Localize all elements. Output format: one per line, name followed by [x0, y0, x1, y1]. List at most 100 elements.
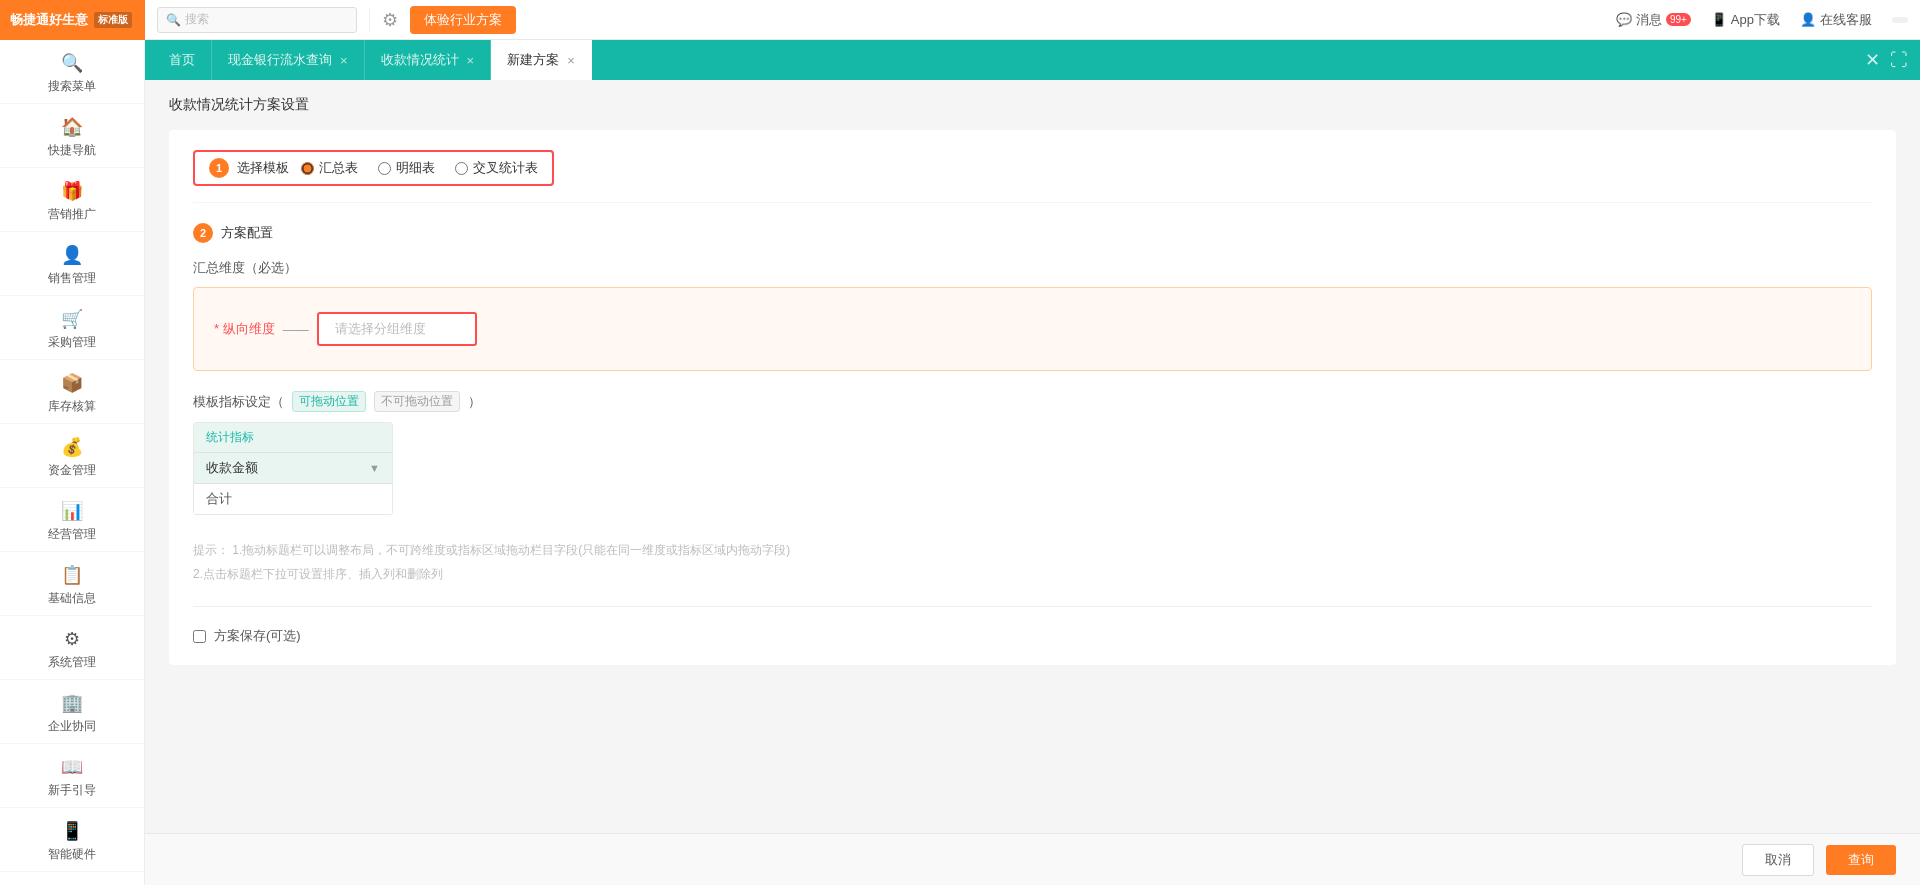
sidebar-label-purchase: 采购管理 — [48, 334, 96, 351]
sidebar-item-basic-info[interactable]: 📋 基础信息 — [0, 552, 144, 616]
option-cross-label: 交叉统计表 — [473, 159, 538, 177]
metrics-table-preview: 统计指标 收款金额 ▼ 合计 — [193, 422, 393, 515]
settings-card: 1 选择模板 汇总表 明细表 — [169, 130, 1896, 665]
hint-2: 2.点击标题栏下拉可设置排序、插入列和删除列 — [193, 562, 1872, 586]
tab-close-receipt[interactable]: × — [467, 53, 475, 68]
tab-label-bank: 现金银行流水查询 — [228, 51, 332, 69]
draggable-label: 可拖动位置 — [292, 391, 366, 412]
page-content: 收款情况统计方案设置 1 选择模板 — [145, 80, 1920, 833]
message-badge: 99+ — [1666, 13, 1691, 26]
sidebar-label-marketing: 营销推广 — [48, 206, 96, 223]
cancel-button[interactable]: 取消 — [1742, 844, 1814, 876]
metrics-col-label: 收款金额 — [206, 459, 258, 477]
tab-close-bank[interactable]: × — [340, 53, 348, 68]
sidebar-icon-finance: 💰 — [61, 436, 83, 458]
download-button[interactable]: 📱 App下载 — [1711, 11, 1780, 29]
save-section: 方案保存(可选) — [193, 627, 1872, 645]
sidebar-label-search-menu: 搜索菜单 — [48, 78, 96, 95]
sidebar-label-enterprise: 企业协同 — [48, 718, 96, 735]
step1-label: 选择模板 — [237, 159, 289, 177]
radio-cross[interactable] — [455, 162, 468, 175]
step1-num: 1 — [209, 158, 229, 178]
settings-icon[interactable]: ⚙ — [382, 9, 398, 31]
option-summary[interactable]: 汇总表 — [301, 159, 358, 177]
sidebar-item-inventory[interactable]: 📦 库存核算 — [0, 360, 144, 424]
footer: 取消 查询 — [145, 833, 1920, 885]
user-area[interactable] — [1892, 17, 1908, 23]
sidebar-item-guide[interactable]: 📖新手引导 — [0, 744, 144, 808]
trial-button[interactable]: 体验行业方案 — [410, 6, 516, 34]
tab-receipt[interactable]: 收款情况统计 × — [365, 40, 492, 80]
sidebar-item-purchase[interactable]: 🛒 采购管理 — [0, 296, 144, 360]
sidebar-item-enterprise[interactable]: 🏢 企业协同 — [0, 680, 144, 744]
metrics-table-header: 统计指标 — [194, 423, 392, 453]
sidebar-item-search-menu[interactable]: 🔍 搜索菜单 — [0, 40, 144, 104]
option-detail[interactable]: 明细表 — [378, 159, 435, 177]
sidebar-nav: 🔍 搜索菜单 🏠快捷导航🎁营销推广👤销售管理 🛒 采购管理 📦 库存核算 💰资金管理📊经营管理… — [0, 40, 144, 885]
step1-header: 1 选择模板 — [209, 158, 289, 178]
sidebar-icon-enterprise: 🏢 — [61, 692, 83, 714]
tab-bar: 首页现金银行流水查询×收款情况统计×新建方案× ✕ ⛶ — [145, 40, 1920, 80]
dim-select-placeholder[interactable]: 请选择分组维度 — [317, 312, 477, 346]
maximize-window-icon[interactable]: ⛶ — [1890, 50, 1908, 71]
sidebar-item-marketing[interactable]: 🎁营销推广 — [0, 168, 144, 232]
metrics-section: 模板指标设定（ 可拖动位置 不可拖动位置 ） 统计指标 收款金额 ▼ — [193, 391, 1872, 586]
save-checkbox[interactable] — [193, 630, 206, 643]
message-button[interactable]: 💬 消息 99+ — [1616, 11, 1691, 29]
hints-section: 提示： 1.拖动标题栏可以调整布局，不可跨维度或指标区域拖动栏目字段(只能在同一… — [193, 538, 1872, 586]
dimension-area: * 纵向维度 —— 请选择分组维度 — [193, 287, 1872, 371]
message-label: 消息 — [1636, 11, 1662, 29]
top-search-bar[interactable]: 🔍 搜索 — [157, 7, 357, 33]
summary-dimension-title: 汇总维度（必选） — [193, 259, 1872, 277]
sidebar-label-basic-info: 基础信息 — [48, 590, 96, 607]
tab-label-home: 首页 — [169, 51, 195, 69]
tab-home[interactable]: 首页 — [145, 40, 212, 80]
app-logo: 畅捷通好生意 标准版 — [0, 0, 145, 40]
sidebar-label-guide: 新手引导 — [48, 782, 96, 799]
sidebar: 🔍 搜索菜单 🏠快捷导航🎁营销推广👤销售管理 🛒 采购管理 📦 库存核算 💰资金管理📊经营管理… — [0, 40, 145, 885]
query-button[interactable]: 查询 — [1826, 845, 1896, 875]
sidebar-icon-purchase: 🛒 — [61, 308, 83, 330]
option-detail-label: 明细表 — [396, 159, 435, 177]
sidebar-icon-hardware: 📱 — [61, 820, 83, 842]
service-label: 在线客服 — [1820, 11, 1872, 29]
sidebar-icon-system: ⚙ — [64, 628, 80, 650]
sidebar-item-finance[interactable]: 💰资金管理 — [0, 424, 144, 488]
close-window-icon[interactable]: ✕ — [1865, 49, 1880, 71]
sidebar-icon-inventory: 📦 — [61, 372, 83, 394]
divider — [369, 8, 370, 32]
download-icon: 📱 — [1711, 12, 1727, 27]
sidebar-label-inventory: 库存核算 — [48, 398, 96, 415]
app-name: 畅捷通好生意 — [10, 11, 88, 29]
metrics-col-total: 合计 — [194, 484, 392, 514]
card-divider — [193, 606, 1872, 607]
sidebar-item-operations[interactable]: 📊经营管理 — [0, 488, 144, 552]
app-badge: 标准版 — [94, 12, 132, 28]
step2-label: 方案配置 — [221, 224, 273, 242]
tab-label-receipt: 收款情况统计 — [381, 51, 459, 69]
search-placeholder: 搜索 — [185, 11, 209, 28]
radio-summary[interactable] — [301, 162, 314, 175]
radio-detail[interactable] — [378, 162, 391, 175]
sidebar-icon-search-menu: 🔍 — [61, 52, 83, 74]
window-controls: ✕ ⛶ — [1853, 40, 1920, 80]
sidebar-icon-basic-info: 📋 — [61, 564, 83, 586]
step2-row: 2 方案配置 汇总维度（必选） * 纵向维度 —— 请选择分组维度 — [193, 223, 1872, 586]
tab-bank[interactable]: 现金银行流水查询 × — [212, 40, 365, 80]
service-button[interactable]: 👤 在线客服 — [1800, 11, 1872, 29]
sidebar-item-quick-nav[interactable]: 🏠快捷导航 — [0, 104, 144, 168]
step2-header: 2 方案配置 — [193, 223, 1872, 243]
sidebar-label-hardware: 智能硬件 — [48, 846, 96, 863]
sidebar-item-sales[interactable]: 👤销售管理 — [0, 232, 144, 296]
tab-close-new-plan[interactable]: × — [567, 53, 575, 68]
sidebar-label-quick-nav: 快捷导航 — [48, 142, 96, 159]
sidebar-item-hardware[interactable]: 📱 智能硬件 — [0, 808, 144, 872]
sidebar-item-system[interactable]: ⚙系统管理 — [0, 616, 144, 680]
tab-new-plan[interactable]: 新建方案× — [491, 40, 592, 80]
save-label: 方案保存(可选) — [214, 627, 301, 645]
metrics-col-header[interactable]: 收款金额 ▼ — [194, 453, 392, 484]
step1-container: 1 选择模板 汇总表 明细表 — [193, 150, 554, 186]
option-cross[interactable]: 交叉统计表 — [455, 159, 538, 177]
sidebar-item-wechat[interactable]: 💬企业微信 — [0, 872, 144, 885]
metrics-header: 模板指标设定（ 可拖动位置 不可拖动位置 ） — [193, 391, 1872, 412]
